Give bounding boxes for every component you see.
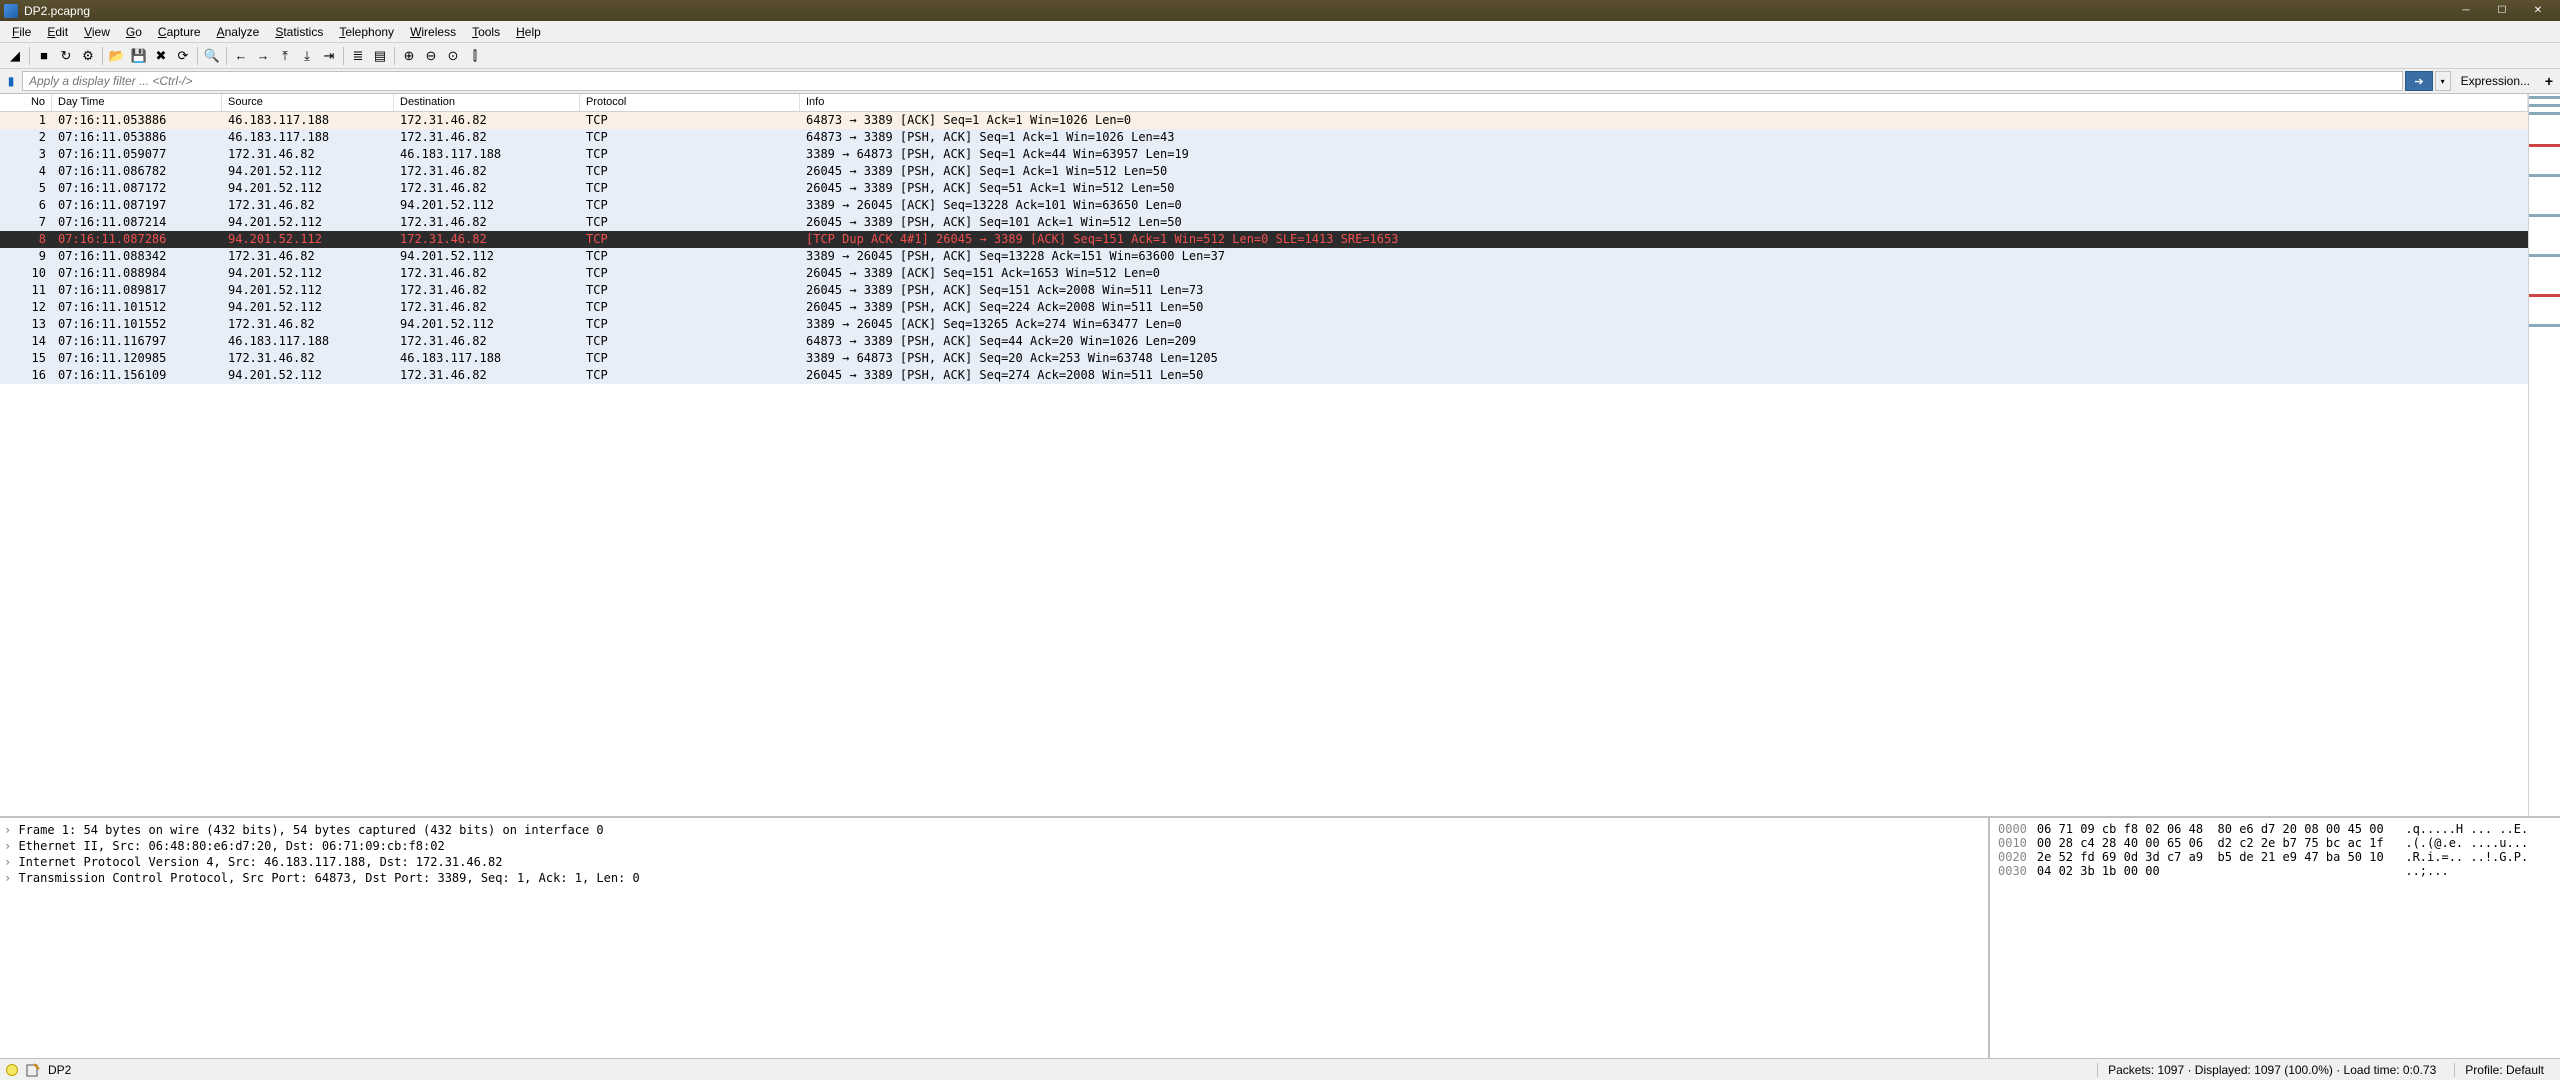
- col-header-no[interactable]: No: [0, 94, 52, 111]
- packet-list-body[interactable]: 107:16:11.05388646.183.117.188172.31.46.…: [0, 112, 2528, 816]
- options-icon[interactable]: ⚙: [77, 45, 99, 67]
- restart-icon[interactable]: ↻: [55, 45, 77, 67]
- menu-tools[interactable]: Tools: [464, 22, 508, 42]
- capture-file-properties-icon[interactable]: [26, 1063, 40, 1077]
- colorize-icon[interactable]: ▤: [369, 45, 391, 67]
- packet-list: No Day Time Source Destination Protocol …: [0, 94, 2560, 818]
- last-icon[interactable]: ⇥: [318, 45, 340, 67]
- status-file-label: DP2: [48, 1063, 71, 1077]
- packet-row[interactable]: 1307:16:11.101552172.31.46.8294.201.52.1…: [0, 316, 2528, 333]
- packet-row[interactable]: 907:16:11.088342172.31.46.8294.201.52.11…: [0, 248, 2528, 265]
- col-header-info[interactable]: Info: [800, 94, 2528, 111]
- packet-row[interactable]: 107:16:11.05388646.183.117.188172.31.46.…: [0, 112, 2528, 129]
- hex-line[interactable]: 000006 71 09 cb f8 02 06 48 80 e6 d7 20 …: [1998, 822, 2552, 836]
- stop-icon[interactable]: ■: [33, 45, 55, 67]
- hex-line[interactable]: 001000 28 c4 28 40 00 65 06 d2 c2 2e b7 …: [1998, 836, 2552, 850]
- packet-row[interactable]: 407:16:11.08678294.201.52.112172.31.46.8…: [0, 163, 2528, 180]
- packet-row[interactable]: 307:16:11.059077172.31.46.8246.183.117.1…: [0, 146, 2528, 163]
- zoom-out-icon[interactable]: ⊖: [420, 45, 442, 67]
- expression-button[interactable]: Expression...: [2453, 74, 2538, 88]
- open-icon[interactable]: 📂: [106, 45, 128, 67]
- zoom-in-icon[interactable]: ⊕: [398, 45, 420, 67]
- packet-row[interactable]: 1207:16:11.10151294.201.52.112172.31.46.…: [0, 299, 2528, 316]
- maximize-button[interactable]: ☐: [2484, 0, 2520, 21]
- expert-info-led[interactable]: [6, 1064, 18, 1076]
- app-icon: [4, 4, 18, 18]
- menu-edit[interactable]: Edit: [39, 22, 76, 42]
- display-filter-input[interactable]: [22, 71, 2403, 91]
- col-header-protocol[interactable]: Protocol: [580, 94, 800, 111]
- shark-fin-icon[interactable]: ◢: [4, 45, 26, 67]
- packet-row[interactable]: 807:16:11.08728694.201.52.112172.31.46.8…: [0, 231, 2528, 248]
- window-title: DP2.pcapng: [24, 4, 2448, 18]
- menu-telephony[interactable]: Telephony: [331, 22, 402, 42]
- statusbar: DP2 Packets: 1097 · Displayed: 1097 (100…: [0, 1058, 2560, 1080]
- menu-view[interactable]: View: [76, 22, 118, 42]
- packet-row[interactable]: 1607:16:11.15610994.201.52.112172.31.46.…: [0, 367, 2528, 384]
- forward-icon[interactable]: →: [252, 45, 274, 67]
- col-header-source[interactable]: Source: [222, 94, 394, 111]
- goto-icon[interactable]: ⤒: [274, 45, 296, 67]
- tree-node[interactable]: Frame 1: 54 bytes on wire (432 bits), 54…: [4, 822, 1984, 838]
- col-header-time[interactable]: Day Time: [52, 94, 222, 111]
- minimize-button[interactable]: ─: [2448, 0, 2484, 21]
- menu-statistics[interactable]: Statistics: [267, 22, 331, 42]
- back-icon[interactable]: ←: [230, 45, 252, 67]
- packet-row[interactable]: 1507:16:11.120985172.31.46.8246.183.117.…: [0, 350, 2528, 367]
- status-packet-count: Packets: 1097 · Displayed: 1097 (100.0%)…: [2097, 1063, 2446, 1077]
- save-icon[interactable]: 💾: [128, 45, 150, 67]
- packet-row[interactable]: 607:16:11.087197172.31.46.8294.201.52.11…: [0, 197, 2528, 214]
- tree-node[interactable]: Ethernet II, Src: 06:48:80:e6:d7:20, Dst…: [4, 838, 1984, 854]
- zoom-reset-icon[interactable]: ⊙: [442, 45, 464, 67]
- titlebar: DP2.pcapng ─ ☐ ✕: [0, 0, 2560, 21]
- menu-wireless[interactable]: Wireless: [402, 22, 464, 42]
- packet-minimap[interactable]: [2528, 94, 2560, 816]
- packet-row[interactable]: 1407:16:11.11679746.183.117.188172.31.46…: [0, 333, 2528, 350]
- menu-help[interactable]: Help: [508, 22, 549, 42]
- packet-row[interactable]: 507:16:11.08717294.201.52.112172.31.46.8…: [0, 180, 2528, 197]
- autoscroll-icon[interactable]: ≣: [347, 45, 369, 67]
- close-button[interactable]: ✕: [2520, 0, 2556, 21]
- filter-bar: ▮ ➔ ▾ Expression... +: [0, 69, 2560, 94]
- menu-analyze[interactable]: Analyze: [209, 22, 268, 42]
- refresh-icon[interactable]: ⟳: [172, 45, 194, 67]
- find-icon[interactable]: 🔍: [201, 45, 223, 67]
- toolbar: ◢ ■↻⚙ 📂💾✖⟳ 🔍 ←→⤒⤓⇥ ≣▤ ⊕⊖⊙⫿: [0, 43, 2560, 69]
- hex-line[interactable]: 00202e 52 fd 69 0d 3d c7 a9 b5 de 21 e9 …: [1998, 850, 2552, 864]
- packet-row[interactable]: 707:16:11.08721494.201.52.112172.31.46.8…: [0, 214, 2528, 231]
- details-pane-container: Frame 1: 54 bytes on wire (432 bits), 54…: [0, 818, 2560, 1058]
- apply-filter-button[interactable]: ➔: [2405, 71, 2432, 91]
- tree-node[interactable]: Transmission Control Protocol, Src Port:…: [4, 870, 1984, 886]
- close-icon[interactable]: ✖: [150, 45, 172, 67]
- packet-details-tree[interactable]: Frame 1: 54 bytes on wire (432 bits), 54…: [0, 818, 1990, 1058]
- menu-go[interactable]: Go: [118, 22, 150, 42]
- menu-file[interactable]: File: [4, 22, 39, 42]
- packet-bytes-hex[interactable]: 000006 71 09 cb f8 02 06 48 80 e6 d7 20 …: [1990, 818, 2560, 1058]
- menubar: FileEditViewGoCaptureAnalyzeStatisticsTe…: [0, 21, 2560, 43]
- menu-capture[interactable]: Capture: [150, 22, 209, 42]
- filter-bookmark-button[interactable]: ▮: [2, 72, 20, 90]
- add-filter-button[interactable]: +: [2540, 72, 2558, 90]
- col-header-destination[interactable]: Destination: [394, 94, 580, 111]
- tree-node[interactable]: Internet Protocol Version 4, Src: 46.183…: [4, 854, 1984, 870]
- packet-row[interactable]: 1107:16:11.08981794.201.52.112172.31.46.…: [0, 282, 2528, 299]
- hex-line[interactable]: 003004 02 3b 1b 00 00 ..;...: [1998, 864, 2552, 878]
- resize-columns-icon[interactable]: ⫿: [464, 45, 486, 67]
- packet-list-header: No Day Time Source Destination Protocol …: [0, 94, 2528, 112]
- packet-row[interactable]: 207:16:11.05388646.183.117.188172.31.46.…: [0, 129, 2528, 146]
- status-profile[interactable]: Profile: Default: [2454, 1063, 2554, 1077]
- packet-row[interactable]: 1007:16:11.08898494.201.52.112172.31.46.…: [0, 265, 2528, 282]
- filter-history-dropdown[interactable]: ▾: [2435, 71, 2451, 91]
- first-icon[interactable]: ⤓: [296, 45, 318, 67]
